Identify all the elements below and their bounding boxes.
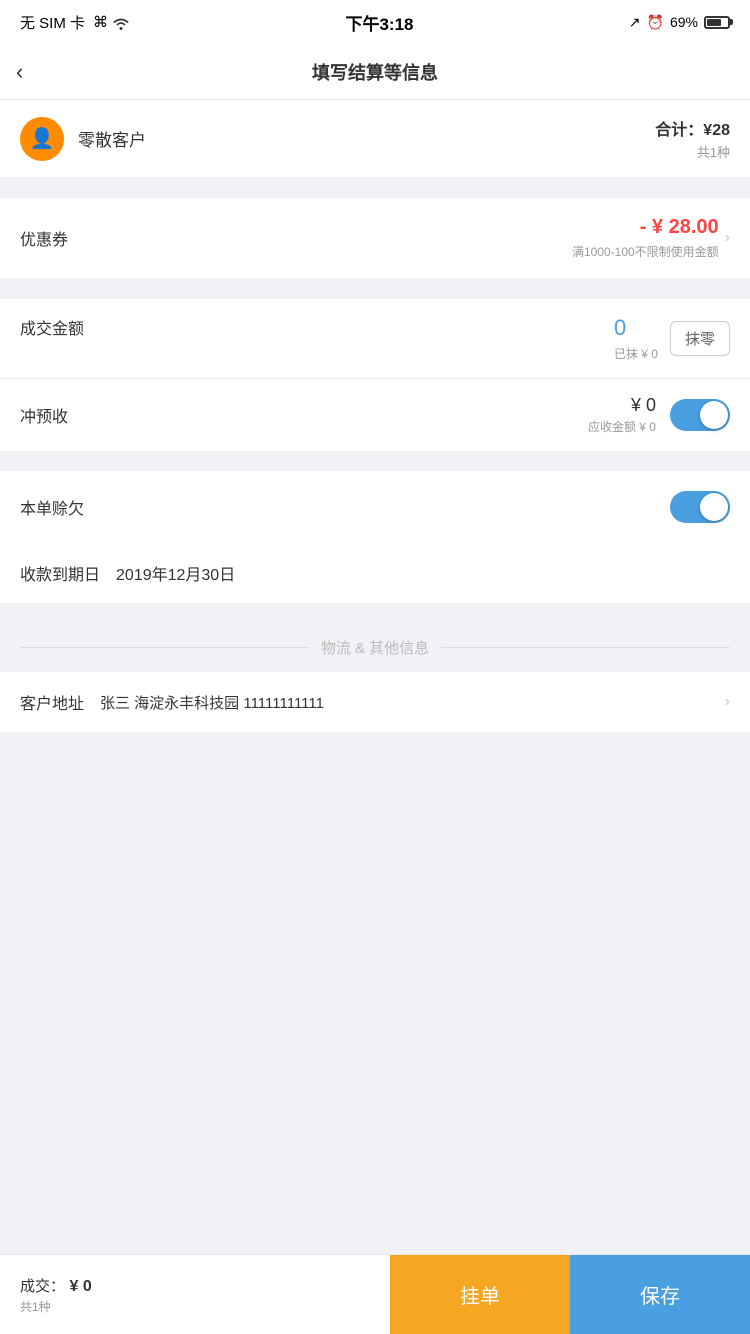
page-title: 填写结算等信息 [312,59,438,85]
debt-section: 本单赊欠 收款到期日 2019年12月30日 [0,471,750,603]
transaction-amount-value[interactable]: 0 [614,315,658,341]
transaction-amount-sub: 已抹 ¥ 0 [614,345,658,362]
address-right: › [719,693,730,711]
bottom-transaction-row: 成交： ¥ 0 [20,1275,370,1296]
coupon-chevron-icon: › [725,229,730,247]
avatar: 👤 [20,117,64,161]
advance-payment-label: 冲预收 [20,409,68,426]
address-row[interactable]: 客户地址 张三 海淀永丰科技园 11111111111 › [0,672,750,732]
transaction-amount-value-block: 0 已抹 ¥ 0 [614,315,658,362]
coupon-right: - ¥ 28.00 满1000-100不限制使用金额 › [572,216,730,260]
total-amount: 合计：¥28 [655,116,730,140]
hang-order-label: 挂单 [460,1280,500,1309]
save-button[interactable]: 保存 [570,1255,750,1334]
bottom-info: 成交： ¥ 0 共1种 [0,1255,390,1334]
status-bar: 无 SIM 卡 ⌘ 下午3:18 ↗ ⏰ 69% [0,0,750,44]
count-label: 共1种 [655,142,730,161]
transaction-amount-row: 成交金额 0 已抹 ¥ 0 抹零 [0,299,750,379]
advance-payment-toggle[interactable] [670,399,730,431]
address-label: 客户地址 [20,690,90,714]
transaction-section: 成交金额 0 已抹 ¥ 0 抹零 冲预收 ¥ 0 应收金额 ¥ 0 [0,299,750,451]
address-section: 客户地址 张三 海淀永丰科技园 11111111111 › [0,672,750,732]
coupon-section: 优惠券 - ¥ 28.00 满1000-100不限制使用金额 › [0,198,750,279]
coupon-label: 优惠券 [20,226,100,250]
due-date-label: 收款到期日 [20,561,100,585]
avatar-icon: 👤 [30,126,55,151]
hang-order-button[interactable]: 挂单 [390,1255,570,1334]
wifi-icon: ⌘ [93,13,130,31]
status-right: ↗ ⏰ 69% [629,14,730,31]
round-zero-button[interactable]: 抹零 [670,321,730,356]
address-content: 张三 海淀永丰科技园 11111111111 [90,692,719,713]
bottom-transaction-amount: ¥ 0 [69,1278,91,1295]
transaction-amount-right: 0 已抹 ¥ 0 抹零 [614,315,730,362]
alarm-icon: ⏰ [647,14,664,31]
due-date-value: 2019年12月30日 [116,561,235,585]
customer-section: 👤 零散客户 合计：¥28 共1种 [0,100,750,178]
due-date-row[interactable]: 收款到期日 2019年12月30日 [0,543,750,603]
battery-percent: 69% [670,14,698,30]
toggle-thumb [700,401,728,429]
advance-amount: ¥ 0 [588,395,656,416]
coupon-desc: 满1000-100不限制使用金额 [572,243,719,260]
status-time: 下午3:18 [345,10,413,35]
save-label: 保存 [640,1280,680,1309]
back-button[interactable]: ‹ [16,59,23,85]
coupon-value: - ¥ 28.00 满1000-100不限制使用金额 [572,216,719,260]
content: 👤 零散客户 合计：¥28 共1种 优惠券 - ¥ 28.00 满1000-10… [0,100,750,862]
carrier-label: 无 SIM 卡 [20,12,85,33]
debt-toggle-thumb [700,493,728,521]
logistics-title: 物流 & 其他信息 [321,637,429,658]
nav-bar: ‹ 填写结算等信息 [0,44,750,100]
advance-right: ¥ 0 应收金额 ¥ 0 [588,395,730,435]
debt-row: 本单赊欠 [0,471,750,543]
transaction-amount-left: 成交金额 [20,315,84,339]
location-icon: ↗ [629,14,641,31]
bottom-transaction-label: 成交： [20,1278,65,1295]
bottom-bar: 成交： ¥ 0 共1种 挂单 保存 [0,1254,750,1334]
debt-label: 本单赊欠 [20,495,84,519]
customer-left: 👤 零散客户 [20,117,146,161]
advance-amount-block: ¥ 0 应收金额 ¥ 0 [588,395,656,435]
customer-name: 零散客户 [78,126,146,151]
logistics-header: 物流 & 其他信息 [0,623,750,672]
advance-payment-row: 冲预收 ¥ 0 应收金额 ¥ 0 [0,379,750,451]
status-left: 无 SIM 卡 ⌘ [20,12,130,33]
coupon-amount: - ¥ 28.00 [572,216,719,239]
debt-toggle[interactable] [670,491,730,523]
coupon-row[interactable]: 优惠券 - ¥ 28.00 满1000-100不限制使用金额 › [0,198,750,279]
transaction-amount-label: 成交金额 [20,321,84,338]
address-chevron-icon: › [725,693,730,711]
customer-right: 合计：¥28 共1种 [655,116,730,161]
battery-icon [704,16,730,29]
bottom-spacer [0,742,750,862]
advance-left: 冲预收 [20,403,68,427]
bottom-count: 共1种 [20,1298,370,1315]
customer-row: 👤 零散客户 合计：¥28 共1种 [0,100,750,178]
advance-sub: 应收金额 ¥ 0 [588,418,656,435]
